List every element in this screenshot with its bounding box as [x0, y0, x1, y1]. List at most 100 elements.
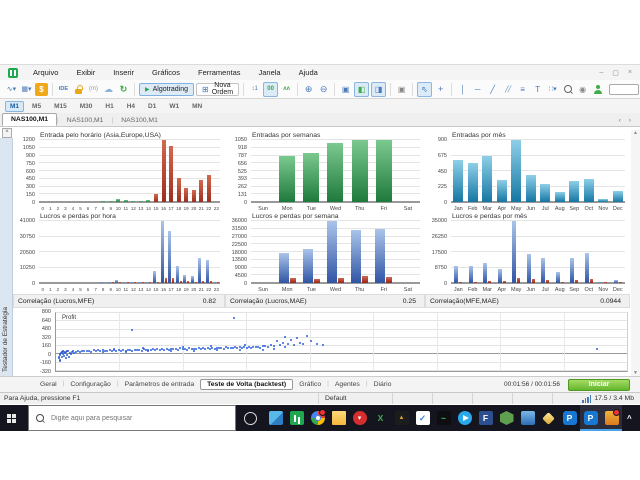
vertical-line-icon[interactable] — [456, 83, 469, 96]
bar-slot — [553, 140, 568, 202]
office-icon[interactable] — [601, 405, 622, 431]
lock-icon[interactable] — [72, 83, 85, 96]
text-tool-icon[interactable] — [531, 83, 544, 96]
community-icon[interactable] — [591, 83, 604, 96]
quotes-icon[interactable] — [263, 81, 279, 97]
refresh-icon[interactable] — [117, 83, 130, 96]
start-button-tester[interactable]: Iniciar — [568, 378, 630, 391]
bar — [278, 252, 289, 283]
timeframe-w1[interactable]: W1 — [164, 101, 184, 112]
crosshair-icon[interactable] — [434, 83, 447, 96]
trendline-icon[interactable] — [486, 83, 499, 96]
start-button[interactable] — [0, 405, 28, 431]
camera-icon[interactable] — [395, 83, 408, 96]
photos-icon[interactable] — [265, 405, 286, 431]
menu-item-ferramentas[interactable]: Ferramentas — [189, 68, 250, 77]
search-icon[interactable] — [561, 83, 574, 96]
channel-icon[interactable] — [501, 83, 514, 96]
zigzag-icon[interactable] — [280, 83, 293, 96]
tester-tab[interactable]: Configuração — [64, 380, 116, 389]
green-x-icon[interactable] — [370, 405, 391, 431]
nova-ordem-button[interactable]: Nova Ordem — [196, 82, 240, 96]
timeframe-m15[interactable]: M15 — [49, 101, 72, 112]
bar-slot — [84, 140, 92, 202]
menu-item-arquivo[interactable]: Arquivo — [24, 68, 67, 77]
y-tick-label: 480 — [41, 326, 51, 333]
ide-icon[interactable] — [57, 83, 70, 96]
chart-type-icon[interactable] — [5, 83, 18, 96]
tester-tab[interactable]: Agentes — [329, 380, 366, 389]
tester-tab[interactable]: Geral — [34, 380, 63, 389]
menu-item-inserir[interactable]: Inserir — [104, 68, 143, 77]
chart-tab[interactable]: NAS100,M1 — [2, 113, 58, 126]
view-icon[interactable] — [576, 83, 589, 96]
restore-button[interactable]: ▢ — [612, 69, 619, 77]
layout-icon[interactable] — [20, 83, 33, 96]
metaquotes-icon[interactable] — [87, 83, 100, 96]
minimize-button[interactable]: – — [599, 69, 603, 77]
tester-tab[interactable]: Parâmetros de entrada — [119, 380, 201, 389]
cloud-icon[interactable] — [102, 83, 115, 96]
tray-expand-icon[interactable] — [622, 414, 637, 423]
gallery-icon[interactable] — [391, 405, 412, 431]
timeframe-d1[interactable]: D1 — [143, 101, 161, 112]
close-button[interactable]: × — [628, 69, 632, 77]
arrange-right-icon[interactable] — [371, 81, 387, 97]
ticktick-icon[interactable] — [412, 405, 433, 431]
market-icon[interactable] — [35, 82, 48, 96]
chart-tab[interactable]: NAS100,M1 — [113, 115, 166, 126]
search-input[interactable] — [49, 413, 213, 423]
arrange-left-icon[interactable] — [354, 81, 370, 97]
tester-tab[interactable]: Diário — [368, 380, 398, 389]
bar-slot — [451, 140, 466, 202]
chart-plot-area — [251, 220, 420, 284]
zoom-out-icon[interactable] — [317, 83, 330, 96]
explorer-icon[interactable] — [328, 405, 349, 431]
taskbar-search-box[interactable] — [28, 405, 236, 431]
security-icon[interactable] — [349, 405, 370, 431]
timeframe-m5[interactable]: M5 — [27, 101, 46, 112]
menu-item-gráficos[interactable]: Gráficos — [143, 68, 189, 77]
profile-cell[interactable]: Default — [318, 393, 392, 404]
computer-icon[interactable] — [517, 405, 538, 431]
menu-item-janela[interactable]: Janela — [250, 68, 290, 77]
depth-icon[interactable] — [248, 83, 261, 96]
p-app-icon[interactable] — [559, 405, 580, 431]
menu-item-exibir[interactable]: Exibir — [67, 68, 104, 77]
timeframe-mn[interactable]: MN — [187, 101, 207, 112]
tile-windows-icon[interactable] — [339, 83, 352, 96]
app-glyph — [457, 411, 472, 425]
bar — [137, 281, 141, 283]
telegram-icon[interactable] — [454, 405, 475, 431]
tester-side-caption[interactable]: Testador de Estratégia — [0, 138, 13, 376]
tester-tab[interactable]: Gráfico — [293, 380, 327, 389]
shapes-icon[interactable] — [546, 83, 559, 96]
cortana-icon[interactable] — [244, 411, 257, 425]
timeframe-m1[interactable]: M1 — [5, 100, 25, 112]
mt-terminal-icon[interactable] — [286, 405, 307, 431]
zoom-in-icon[interactable] — [302, 83, 315, 96]
x-tick-label: 16 — [161, 287, 167, 292]
timeframe-h1[interactable]: H1 — [100, 101, 118, 112]
cursor-icon[interactable] — [417, 81, 433, 97]
timeframe-m30[interactable]: M30 — [75, 101, 98, 112]
fibonacci-icon[interactable] — [516, 83, 529, 96]
y-tick-label: 640 — [41, 317, 51, 324]
chrome-icon[interactable] — [307, 405, 328, 431]
f-app-icon[interactable] — [475, 405, 496, 431]
bar — [289, 278, 296, 283]
scroll-up-icon[interactable]: ▲ — [631, 130, 640, 136]
algotrading-button[interactable]: Algotrading — [139, 82, 195, 96]
trading-app-icon[interactable] — [433, 405, 454, 431]
chart-tab[interactable]: NAS100,M1 — [59, 115, 112, 126]
gold-icon[interactable] — [538, 405, 559, 431]
tab-scroll-arrows[interactable]: ‹ › — [619, 117, 640, 126]
menu-item-ajuda[interactable]: Ajuda — [290, 68, 327, 77]
horizontal-line-icon[interactable] — [471, 83, 484, 96]
timeframe-h4[interactable]: H4 — [122, 101, 140, 112]
p-app-icon[interactable] — [580, 405, 601, 431]
tester-tab[interactable]: Teste de Volta (backtest) — [200, 379, 294, 390]
tester-scrollbar[interactable]: ▲ ▼ — [631, 130, 640, 376]
close-panel-icon[interactable]: × — [2, 128, 12, 138]
node-icon[interactable] — [496, 405, 517, 431]
